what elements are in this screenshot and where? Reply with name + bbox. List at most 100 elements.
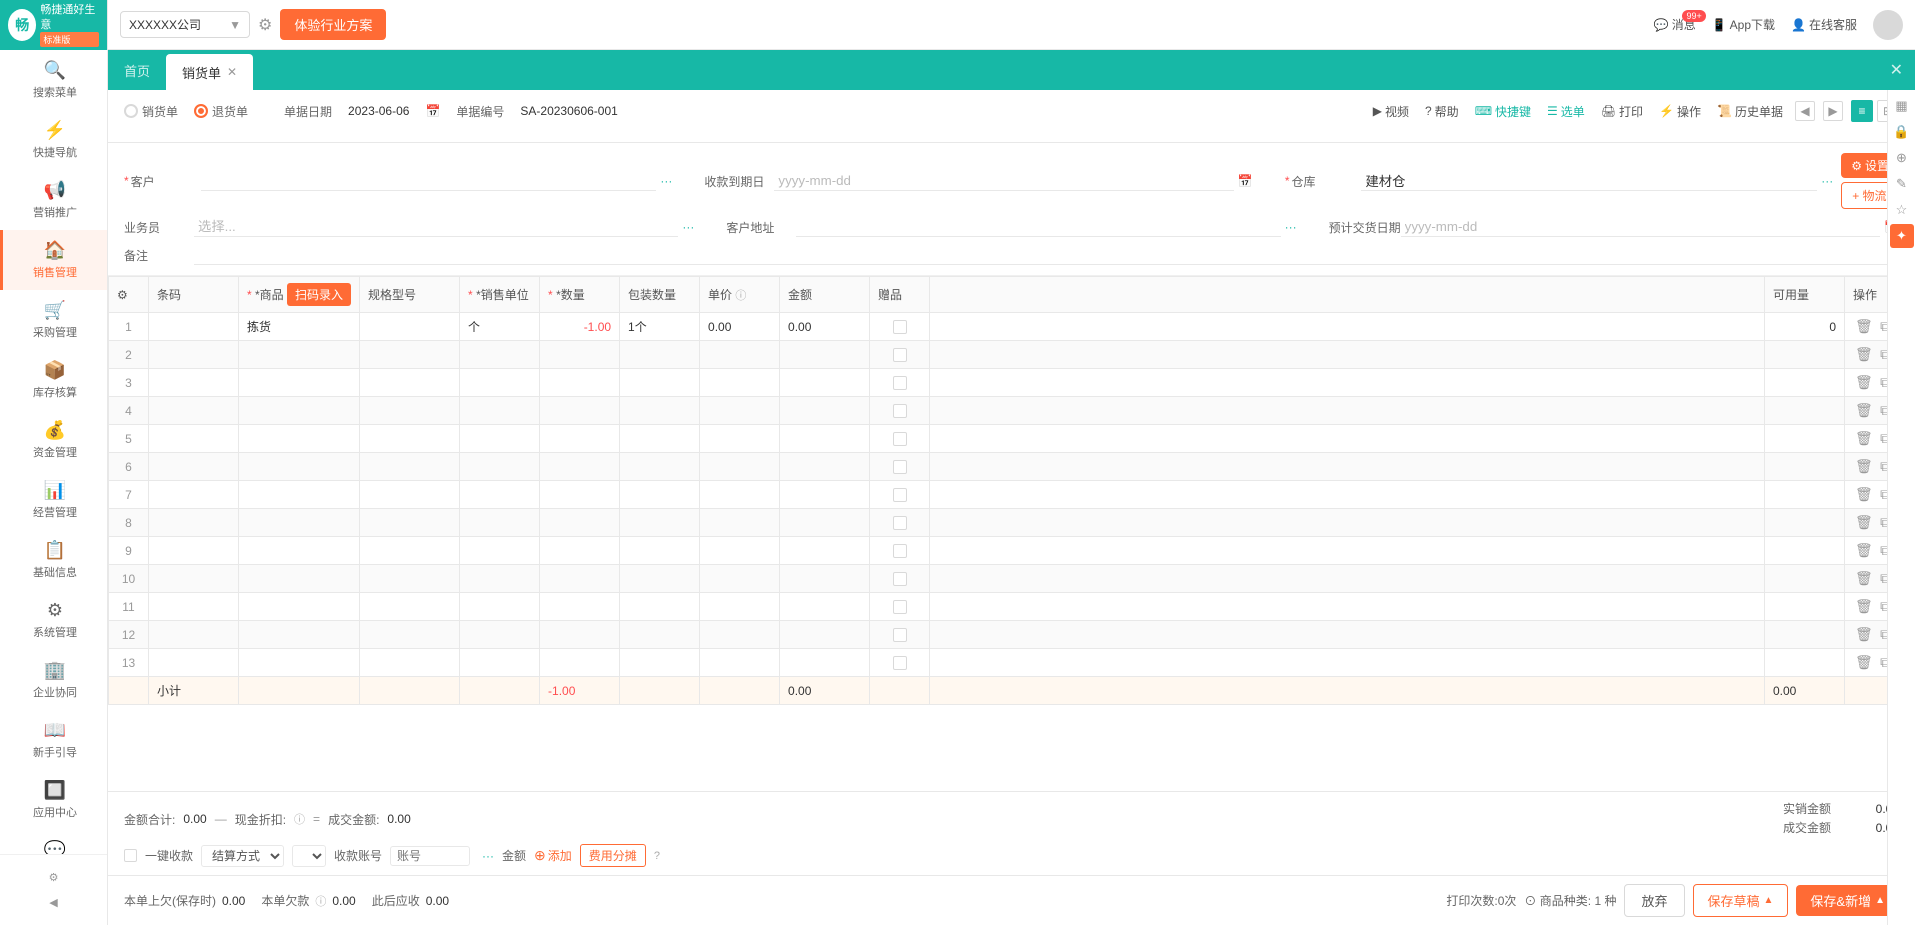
row-pkg-10[interactable]: [620, 565, 700, 593]
row-delete-11[interactable]: 🗑: [1853, 598, 1875, 615]
row-pkg-7[interactable]: [620, 481, 700, 509]
row-amount-5[interactable]: [780, 425, 870, 453]
row-gift-10[interactable]: [870, 565, 930, 593]
sidebar-item-quick-nav[interactable]: ⚡ 快捷导航: [0, 110, 107, 170]
view-list-icon[interactable]: ≡: [1851, 100, 1873, 122]
row-qty-2[interactable]: [540, 341, 620, 369]
row-pkg-1[interactable]: 1个: [620, 313, 700, 341]
right-panel-btn-6[interactable]: ✦: [1890, 224, 1914, 248]
payment-method-select[interactable]: 结算方式: [201, 845, 284, 867]
row-delete-9[interactable]: 🗑: [1853, 542, 1875, 559]
row-product-13[interactable]: [239, 649, 360, 677]
row-amount-10[interactable]: [780, 565, 870, 593]
trial-btn[interactable]: 体验行业方案: [280, 9, 386, 40]
print-btn[interactable]: 🖨 打印: [1597, 101, 1647, 122]
sidebar-item-business-mgmt[interactable]: 📊 经营管理: [0, 470, 107, 530]
row-unit-11[interactable]: [460, 593, 540, 621]
row-barcode-7[interactable]: [149, 481, 239, 509]
row-product-9[interactable]: [239, 537, 360, 565]
row-pkg-12[interactable]: [620, 621, 700, 649]
right-panel-btn-4[interactable]: ✎: [1890, 172, 1914, 196]
row-pkg-9[interactable]: [620, 537, 700, 565]
row-price-13[interactable]: [700, 649, 780, 677]
sidebar-item-search[interactable]: 🔍 搜索菜单: [0, 50, 107, 110]
customer-input[interactable]: [201, 171, 657, 191]
sidebar-item-guide[interactable]: 📖 新手引导: [0, 710, 107, 770]
payment-due-calendar-icon[interactable]: 📅: [1238, 174, 1253, 188]
row-amount-8[interactable]: [780, 509, 870, 537]
row-barcode-12[interactable]: [149, 621, 239, 649]
row-barcode-9[interactable]: [149, 537, 239, 565]
row-qty-5[interactable]: [540, 425, 620, 453]
shortcut-btn[interactable]: ⌨ 快捷键: [1471, 101, 1535, 122]
row-pkg-6[interactable]: [620, 453, 700, 481]
row-barcode-6[interactable]: [149, 453, 239, 481]
row-spec-6[interactable]: [360, 453, 460, 481]
row-unit-2[interactable]: [460, 341, 540, 369]
customer-addr-dots-icon[interactable]: ···: [1285, 220, 1297, 234]
customer-addr-input[interactable]: [796, 217, 1280, 237]
row-qty-10[interactable]: [540, 565, 620, 593]
user-avatar[interactable]: [1873, 10, 1903, 40]
tab-home[interactable]: 首页: [108, 50, 166, 90]
row-delete-3[interactable]: 🗑: [1853, 374, 1875, 391]
right-panel-btn-3[interactable]: ⊕: [1890, 146, 1914, 170]
app-download-btn[interactable]: 📱 App下载: [1712, 16, 1775, 33]
sidebar-item-marketing[interactable]: 📢 营销推广: [0, 170, 107, 230]
table-settings-icon[interactable]: ⚙: [117, 288, 128, 302]
sidebar-settings-btn[interactable]: ⚙: [0, 865, 107, 890]
row-qty-6[interactable]: [540, 453, 620, 481]
row-spec-1[interactable]: [360, 313, 460, 341]
row-spec-2[interactable]: [360, 341, 460, 369]
row-delete-5[interactable]: 🗑: [1853, 430, 1875, 447]
row-product-7[interactable]: [239, 481, 360, 509]
expense-info-icon[interactable]: ?: [654, 850, 660, 862]
sidebar-item-enterprise[interactable]: 🏢 企业协同: [0, 650, 107, 710]
row-gift-4[interactable]: [870, 397, 930, 425]
row-price-11[interactable]: [700, 593, 780, 621]
row-spec-13[interactable]: [360, 649, 460, 677]
row-price-9[interactable]: [700, 537, 780, 565]
sidebar-item-basic-info[interactable]: 📋 基础信息: [0, 530, 107, 590]
row-price-6[interactable]: [700, 453, 780, 481]
row-amount-1[interactable]: 0.00: [780, 313, 870, 341]
row-pkg-5[interactable]: [620, 425, 700, 453]
row-price-4[interactable]: [700, 397, 780, 425]
row-spec-8[interactable]: [360, 509, 460, 537]
row-delete-7[interactable]: 🗑: [1853, 486, 1875, 503]
row-price-7[interactable]: [700, 481, 780, 509]
row-qty-3[interactable]: [540, 369, 620, 397]
row-product-5[interactable]: [239, 425, 360, 453]
row-product-6[interactable]: [239, 453, 360, 481]
row-delete-13[interactable]: 🗑: [1853, 654, 1875, 671]
total-debt-info-icon[interactable]: ⓘ: [315, 893, 326, 909]
row-price-5[interactable]: [700, 425, 780, 453]
row-price-2[interactable]: [700, 341, 780, 369]
row-amount-2[interactable]: [780, 341, 870, 369]
row-gift-3[interactable]: [870, 369, 930, 397]
right-panel-btn-1[interactable]: ▦: [1890, 94, 1914, 118]
row-price-3[interactable]: [700, 369, 780, 397]
row-unit-1[interactable]: 个: [460, 313, 540, 341]
row-qty-1[interactable]: -1.00: [540, 313, 620, 341]
row-spec-12[interactable]: [360, 621, 460, 649]
row-amount-6[interactable]: [780, 453, 870, 481]
row-price-12[interactable]: [700, 621, 780, 649]
row-barcode-3[interactable]: [149, 369, 239, 397]
account-dots-icon[interactable]: ···: [482, 849, 494, 863]
row-delete-12[interactable]: 🗑: [1853, 626, 1875, 643]
radio-return[interactable]: 退货单: [194, 103, 248, 120]
row-spec-9[interactable]: [360, 537, 460, 565]
row-pkg-3[interactable]: [620, 369, 700, 397]
sidebar-collapse-btn[interactable]: ◀: [0, 890, 107, 915]
one-click-checkbox[interactable]: [124, 849, 137, 862]
select-btn[interactable]: ☰ 选单: [1543, 101, 1589, 122]
row-gift-8[interactable]: [870, 509, 930, 537]
operate-btn[interactable]: ⚡ 操作: [1655, 101, 1705, 122]
row-price-1[interactable]: 0.00: [700, 313, 780, 341]
radio-sales[interactable]: 销货单: [124, 103, 178, 120]
row-product-8[interactable]: [239, 509, 360, 537]
row-unit-12[interactable]: [460, 621, 540, 649]
row-gift-13[interactable]: [870, 649, 930, 677]
row-qty-9[interactable]: [540, 537, 620, 565]
